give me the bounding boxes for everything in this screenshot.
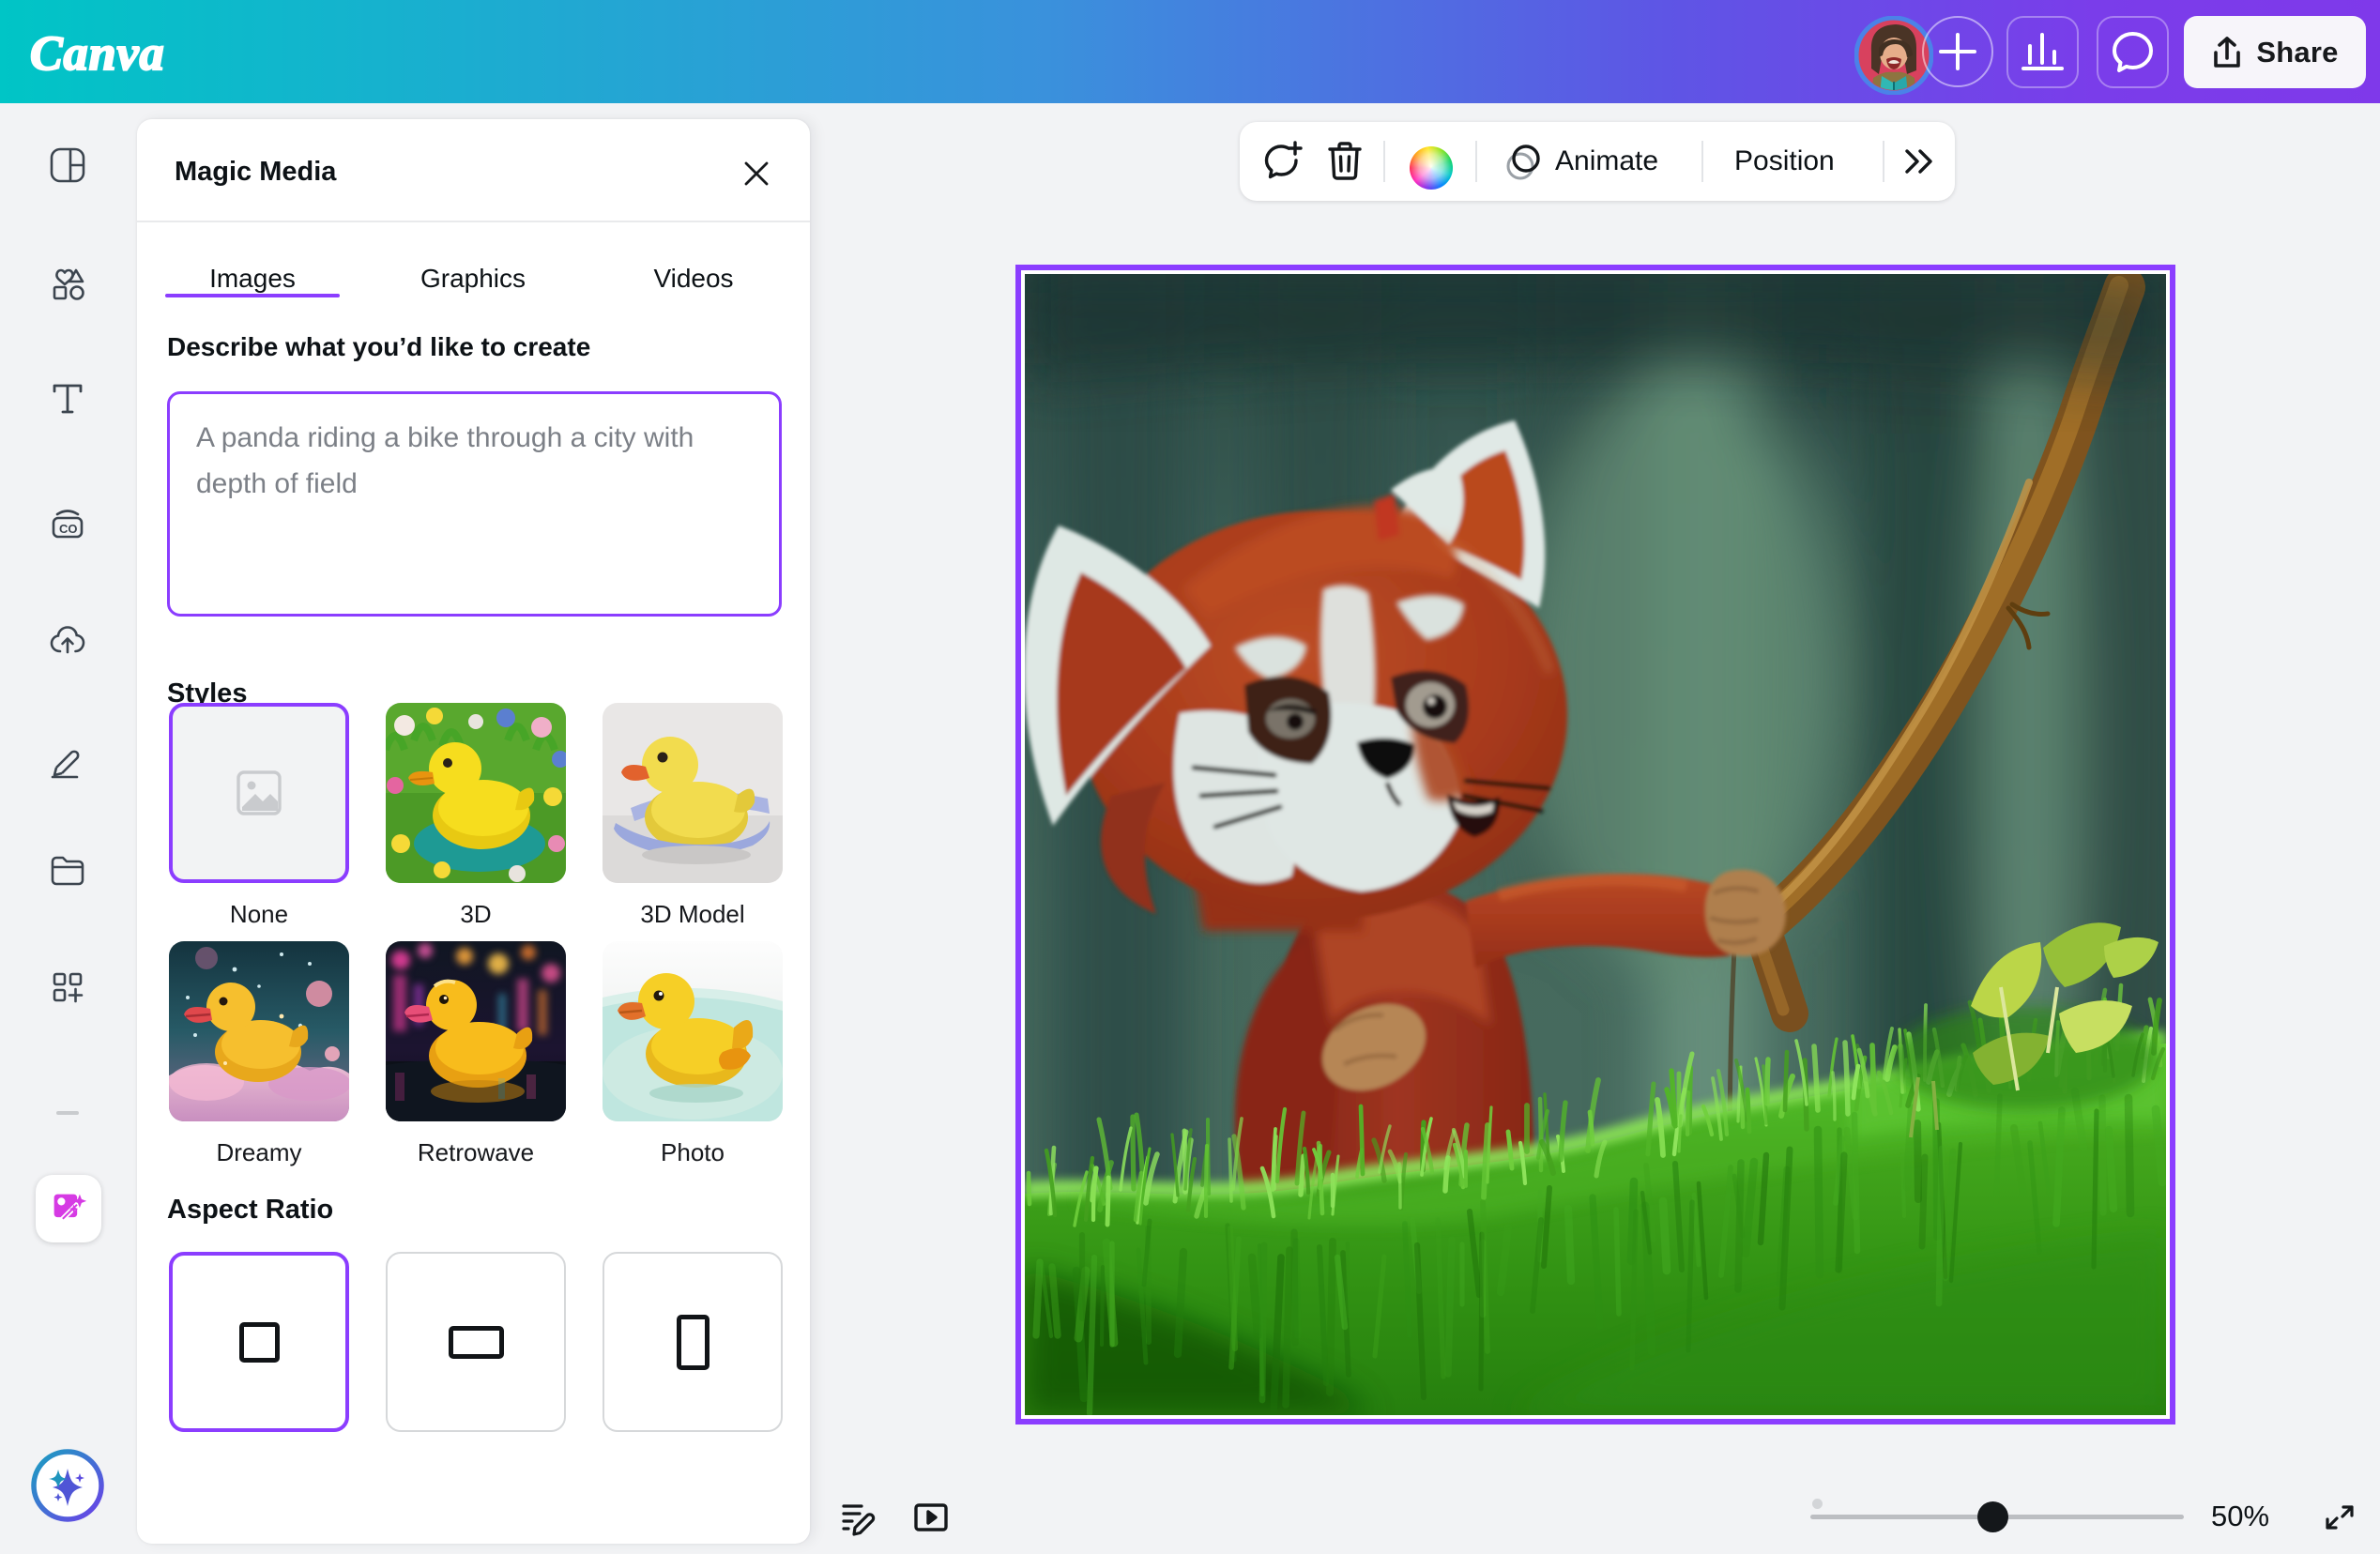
svg-text:Canva: Canva: [30, 27, 165, 81]
svg-text:CO: CO: [59, 522, 78, 536]
